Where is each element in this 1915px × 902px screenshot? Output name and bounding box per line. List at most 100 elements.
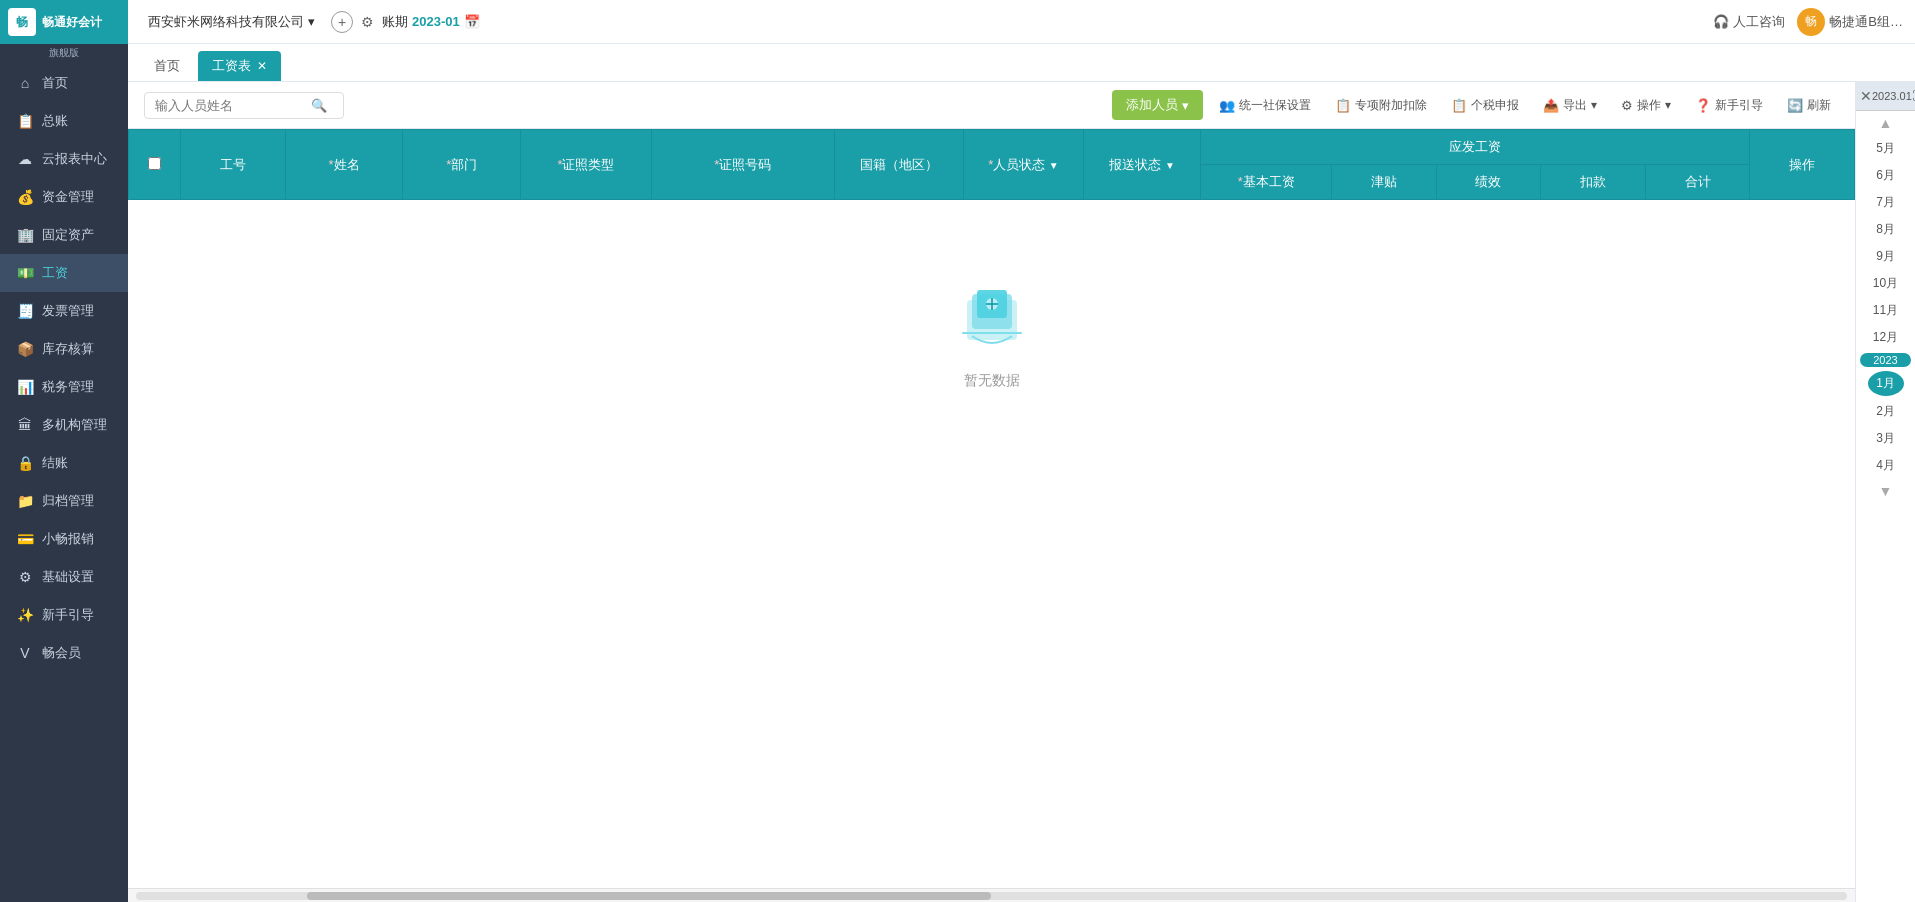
sidebar-item-cloud-report[interactable]: ☁云报表中心 <box>0 140 128 178</box>
tab-salary[interactable]: 工资表 ✕ <box>198 51 281 81</box>
sidebar-icon-guide: ✨ <box>16 607 34 623</box>
sidebar-label-tax: 税务管理 <box>42 378 94 396</box>
sidebar-item-archive[interactable]: 📁归档管理 <box>0 482 128 520</box>
month-item-2023-03[interactable]: 3月 <box>1868 425 1904 452</box>
month-item-2022-05[interactable]: 5月 <box>1873 135 1898 162</box>
month-item-2022-08[interactable]: 8月 <box>1873 216 1898 243</box>
user-area[interactable]: 畅 畅捷通B组… <box>1797 8 1903 36</box>
add-company-button[interactable]: + <box>331 11 353 33</box>
search-input[interactable] <box>155 98 305 113</box>
sidebar-item-guide[interactable]: ✨ 新手引导 <box>0 596 128 634</box>
sidebar-item-invoice[interactable]: 🧾发票管理 <box>0 292 128 330</box>
month-item-2022-12[interactable]: 12月 <box>1873 324 1898 351</box>
month-item-2022-11[interactable]: 11月 <box>1873 297 1898 324</box>
salary-table: 工号 *姓名 *部门 *证照类型 *证照号码 <box>128 129 1855 200</box>
sidebar-item-ledger[interactable]: 📋总账 <box>0 102 128 140</box>
special-deduct-label: 专项附加扣除 <box>1355 97 1427 114</box>
bottom-scrollbar[interactable] <box>128 888 1855 902</box>
sidebar-label-asset: 固定资产 <box>42 226 94 244</box>
sidebar-item-expense[interactable]: 💳小畅报销 <box>0 520 128 558</box>
period-label: 账期 2023-01 📅 <box>382 13 480 31</box>
headset-icon: 🎧 <box>1713 14 1729 29</box>
refresh-action[interactable]: 🔄 刷新 <box>1779 93 1839 118</box>
add-person-button[interactable]: 添加人员 ▾ <box>1112 90 1203 120</box>
tab-home-label: 首页 <box>154 57 180 75</box>
table-container: 工号 *姓名 *部门 *证照类型 *证照号码 <box>128 129 1855 888</box>
sidebar-item-fund[interactable]: 💰资金管理 <box>0 178 128 216</box>
personal-tax-action[interactable]: 📋 个税申报 <box>1443 93 1527 118</box>
sidebar-label-close: 结账 <box>42 454 68 472</box>
month-item-2023-01[interactable]: 1月 <box>1868 371 1904 396</box>
top-header: 西安虾米网络科技有限公司 ▾ + ⚙ 账期 2023-01 📅 🎧 人工咨询 畅… <box>128 0 1915 44</box>
sidebar-label-invoice: 发票管理 <box>42 302 94 320</box>
empty-icon <box>952 280 1032 360</box>
refresh-label: 刷新 <box>1807 97 1831 114</box>
sidebar-item-tax[interactable]: 📊税务管理 <box>0 368 128 406</box>
sidebar-label-guide: 新手引导 <box>42 606 94 624</box>
th-perf: 绩效 <box>1436 165 1541 200</box>
month-item-2023-04[interactable]: 4月 <box>1868 452 1904 479</box>
sidebar-label-basic: 基础设置 <box>42 568 94 586</box>
export-icon: 📤 <box>1543 98 1559 113</box>
sidebar-label-multi-org: 多机构管理 <box>42 416 107 434</box>
company-selector[interactable]: 西安虾米网络科技有限公司 ▾ <box>140 9 323 35</box>
sidebar-item-inventory[interactable]: 📦库存核算 <box>0 330 128 368</box>
panel-close-icon[interactable]: ✕ <box>1860 88 1872 104</box>
sidebar-item-multi-org[interactable]: 🏛 多机构管理 <box>0 406 128 444</box>
operations-action[interactable]: ⚙ 操作 ▾ <box>1613 93 1679 118</box>
sidebar-label-ledger: 总账 <box>42 112 68 130</box>
month-item-2022-09[interactable]: 9月 <box>1873 243 1898 270</box>
personal-tax-label: 个税申报 <box>1471 97 1519 114</box>
select-all-checkbox[interactable] <box>148 157 161 170</box>
sidebar-item-vip[interactable]: V 畅会员 <box>0 634 128 672</box>
content-area: 🔍 添加人员 ▾ 👥 统一社保设置 📋 专项附加扣除 <box>128 82 1915 902</box>
guide-action[interactable]: ❓ 新手引导 <box>1687 93 1771 118</box>
sidebar-label-cloud-report: 云报表中心 <box>42 150 107 168</box>
settings-icon[interactable]: ⚙ <box>361 14 374 30</box>
th-idno: *证照号码 <box>651 130 834 200</box>
sidebar-item-asset[interactable]: 🏢固定资产 <box>0 216 128 254</box>
sidebar-icon-basic: ⚙ <box>16 569 34 585</box>
sidebar-label-fund: 资金管理 <box>42 188 94 206</box>
export-action[interactable]: 📤 导出 ▾ <box>1535 93 1605 118</box>
export-label: 导出 <box>1563 97 1587 114</box>
sidebar-icon-vip: V <box>16 645 34 661</box>
th-checkbox[interactable] <box>129 130 181 200</box>
empty-state: 暂无数据 <box>128 200 1855 470</box>
service-button[interactable]: 🎧 人工咨询 <box>1713 13 1785 31</box>
operations-icon: ⚙ <box>1621 98 1633 113</box>
tab-salary-close[interactable]: ✕ <box>257 59 267 73</box>
search-input-wrapper[interactable]: 🔍 <box>144 92 344 119</box>
scroll-thumb[interactable] <box>307 892 991 900</box>
sidebar-item-basic[interactable]: ⚙ 基础设置 <box>0 558 128 596</box>
month-item-2022-07[interactable]: 7月 <box>1873 189 1898 216</box>
sidebar-icon-multi-org: 🏛 <box>16 417 34 433</box>
sidebar-label-home: 首页 <box>42 74 68 92</box>
sidebar-label-vip: 畅会员 <box>42 644 81 662</box>
scroll-up-arrow[interactable]: ▲ <box>1875 111 1897 135</box>
guide-label: 新手引导 <box>1715 97 1763 114</box>
th-region: 国籍（地区） <box>834 130 963 200</box>
sidebar-item-salary[interactable]: 💵工资 <box>0 254 128 292</box>
guide-icon: ❓ <box>1695 98 1711 113</box>
social-security-action[interactable]: 👥 统一社保设置 <box>1211 93 1319 118</box>
th-report-status: 报送状态 ▼ <box>1083 130 1201 200</box>
scroll-track[interactable] <box>136 892 1847 900</box>
logo-text: 畅通好会计 <box>42 15 102 29</box>
sidebar-item-close[interactable]: 🔒结账 <box>0 444 128 482</box>
curr-year-months: 1月2月3月4月 <box>1868 369 1904 479</box>
edition-label: 旗舰版 <box>0 44 128 64</box>
sidebar-item-home[interactable]: ⌂首页 <box>0 64 128 102</box>
operations-dropdown-icon: ▾ <box>1665 98 1671 112</box>
sidebar-label-expense: 小畅报销 <box>42 530 94 548</box>
special-deduct-icon: 📋 <box>1335 98 1351 113</box>
month-item-2022-10[interactable]: 10月 <box>1873 270 1898 297</box>
special-deduct-action[interactable]: 📋 专项附加扣除 <box>1327 93 1435 118</box>
calendar-icon[interactable]: 📅 <box>464 14 480 29</box>
month-item-2023-02[interactable]: 2月 <box>1868 398 1904 425</box>
th-deduct: 扣款 <box>1541 165 1646 200</box>
tab-home[interactable]: 首页 <box>140 51 194 81</box>
month-item-2022-06[interactable]: 6月 <box>1873 162 1898 189</box>
scroll-down-arrow[interactable]: ▼ <box>1875 479 1897 503</box>
th-name: *姓名 <box>285 130 403 200</box>
